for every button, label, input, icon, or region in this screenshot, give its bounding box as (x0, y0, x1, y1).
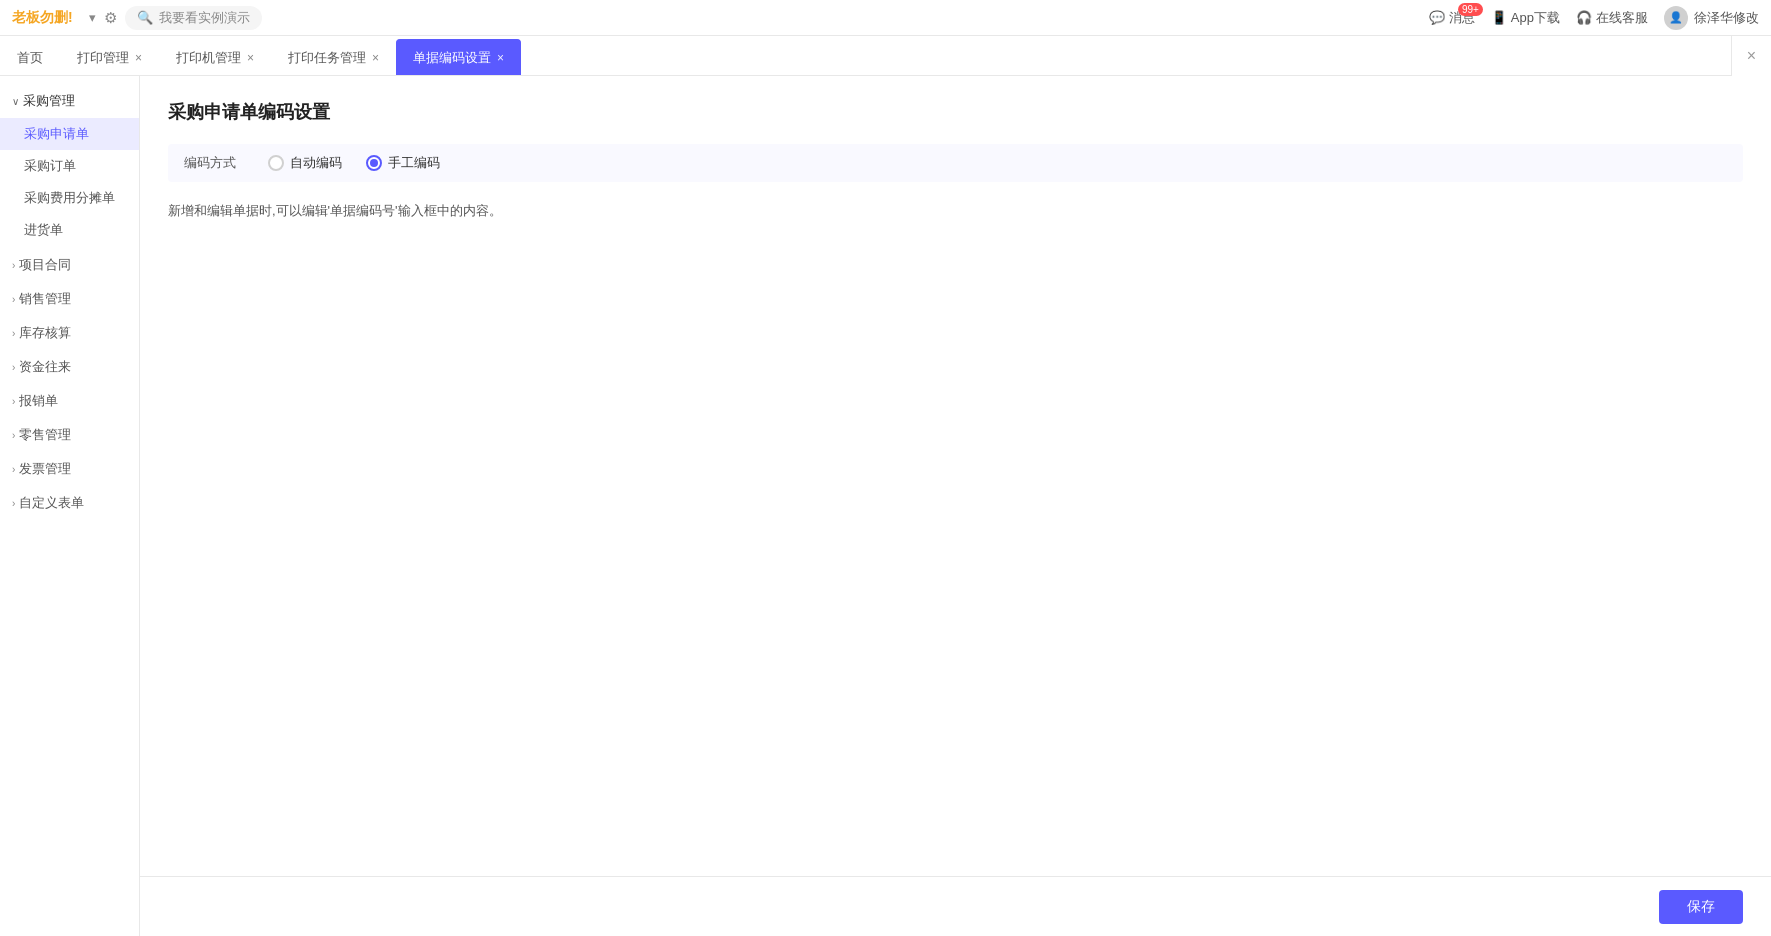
sidebar-item-inventory[interactable]: › 库存核算 (0, 316, 139, 350)
top-bar-left: 老板勿删! ▾ ⚙ 🔍 我要看实例演示 (12, 6, 262, 30)
save-button[interactable]: 保存 (1659, 890, 1743, 924)
tab-print-task-mgmt-label: 打印任务管理 (288, 49, 366, 67)
sidebar-item-purchase-order[interactable]: 采购订单 (0, 150, 139, 182)
sidebar-item-custom-form[interactable]: › 自定义表单 (0, 486, 139, 520)
sidebar-item-capital-label: 资金往来 (19, 358, 71, 376)
tab-print-task-mgmt-close[interactable]: × (372, 51, 379, 65)
sidebar-item-retail-mgmt-label: 零售管理 (19, 426, 71, 444)
tab-barcode-setting-label: 单据编码设置 (413, 49, 491, 67)
content-area: 采购申请单编码设置 编码方式 自动编码 手工编码 新增和编辑单据时,可以编辑'单… (140, 76, 1771, 936)
chevron-right-icon: › (12, 362, 15, 373)
search-placeholder: 我要看实例演示 (159, 9, 250, 27)
global-close-btn[interactable]: × (1731, 36, 1771, 76)
tab-print-mgmt-label: 打印管理 (77, 49, 129, 67)
user-info[interactable]: 👤 徐泽华修改 (1664, 6, 1759, 30)
headset-icon: 🎧 (1576, 10, 1592, 25)
sidebar-item-purchase-expense[interactable]: 采购费用分摊单 (0, 182, 139, 214)
encoding-label: 编码方式 (184, 154, 244, 172)
sidebar-item-capital[interactable]: › 资金往来 (0, 350, 139, 384)
tab-print-mgmt[interactable]: 打印管理 × (60, 39, 159, 75)
app-download-label: App下载 (1511, 9, 1560, 27)
sidebar-item-purchase-request[interactable]: 采购申请单 (0, 118, 139, 150)
sidebar-item-custom-form-label: 自定义表单 (19, 494, 84, 512)
message-badge: 99+ (1458, 3, 1483, 16)
encoding-row: 编码方式 自动编码 手工编码 (168, 144, 1743, 182)
tab-print-task-mgmt[interactable]: 打印任务管理 × (271, 39, 396, 75)
sidebar-item-purchase-expense-label: 采购费用分摊单 (24, 190, 115, 205)
main-layout: ∨ 采购管理 采购申请单 采购订单 采购费用分摊单 进货单 › 项目合同 › (0, 76, 1771, 936)
settings-icon[interactable]: ⚙ (104, 9, 117, 27)
auto-encoding-option[interactable]: 自动编码 (268, 154, 342, 172)
sidebar-item-retail-mgmt[interactable]: › 零售管理 (0, 418, 139, 452)
app-download-btn[interactable]: 📱 App下载 (1491, 9, 1560, 27)
manual-encoding-radio[interactable] (366, 155, 382, 171)
chevron-right-icon: › (12, 430, 15, 441)
sidebar-item-inventory-label: 库存核算 (19, 324, 71, 342)
user-name: 徐泽华修改 (1694, 9, 1759, 27)
sidebar-item-invoice-mgmt-label: 发票管理 (19, 460, 71, 478)
chevron-right-icon: › (12, 328, 15, 339)
content-footer: 保存 (140, 876, 1771, 936)
chevron-right-icon: › (12, 260, 15, 271)
download-icon: 📱 (1491, 10, 1507, 25)
online-service-label: 在线客服 (1596, 9, 1648, 27)
auto-encoding-radio[interactable] (268, 155, 284, 171)
online-service-btn[interactable]: 🎧 在线客服 (1576, 9, 1648, 27)
top-bar: 老板勿删! ▾ ⚙ 🔍 我要看实例演示 💬 消息 99+ 📱 App下载 🎧 在… (0, 0, 1771, 36)
app-logo: 老板勿删! (12, 9, 73, 27)
tab-printer-mgmt-label: 打印机管理 (176, 49, 241, 67)
content-inner: 采购申请单编码设置 编码方式 自动编码 手工编码 新增和编辑单据时,可以编辑'单… (140, 76, 1771, 876)
chevron-right-icon: › (12, 396, 15, 407)
sidebar-item-project-contract[interactable]: › 项目合同 (0, 248, 139, 282)
sidebar-item-invoice-mgmt[interactable]: › 发票管理 (0, 452, 139, 486)
sidebar-item-sales-mgmt[interactable]: › 销售管理 (0, 282, 139, 316)
sidebar-item-inbound-label: 进货单 (24, 222, 63, 237)
sidebar: ∨ 采购管理 采购申请单 采购订单 采购费用分摊单 进货单 › 项目合同 › (0, 76, 140, 936)
top-bar-right: 💬 消息 99+ 📱 App下载 🎧 在线客服 👤 徐泽华修改 (1429, 6, 1759, 30)
message-btn[interactable]: 💬 消息 99+ (1429, 9, 1475, 27)
tab-home[interactable]: 首页 (0, 39, 60, 75)
sidebar-item-returns-label: 报销单 (19, 392, 58, 410)
sidebar-group-purchase-mgmt-label: 采购管理 (23, 92, 75, 110)
chevron-down-icon: ∨ (12, 96, 19, 107)
page-title: 采购申请单编码设置 (168, 100, 1743, 124)
tab-printer-mgmt-close[interactable]: × (247, 51, 254, 65)
sidebar-item-purchase-request-label: 采购申请单 (24, 126, 89, 141)
tab-bar: 首页 打印管理 × 打印机管理 × 打印任务管理 × 单据编码设置 × × (0, 36, 1771, 76)
sidebar-item-purchase-order-label: 采购订单 (24, 158, 76, 173)
sidebar-group-purchase-mgmt-title[interactable]: ∨ 采购管理 (0, 84, 139, 118)
tab-barcode-setting[interactable]: 单据编码设置 × (396, 39, 521, 75)
description-text: 新增和编辑单据时,可以编辑'单据编码号'输入框中的内容。 (168, 202, 1743, 220)
tab-print-mgmt-close[interactable]: × (135, 51, 142, 65)
close-icon: × (1747, 47, 1756, 65)
tab-printer-mgmt[interactable]: 打印机管理 × (159, 39, 271, 75)
manual-encoding-option[interactable]: 手工编码 (366, 154, 440, 172)
search-bar[interactable]: 🔍 我要看实例演示 (125, 6, 262, 30)
chevron-right-icon: › (12, 464, 15, 475)
avatar: 👤 (1664, 6, 1688, 30)
dropdown-icon[interactable]: ▾ (89, 10, 96, 25)
sidebar-item-sales-mgmt-label: 销售管理 (19, 290, 71, 308)
auto-encoding-label: 自动编码 (290, 154, 342, 172)
manual-encoding-label: 手工编码 (388, 154, 440, 172)
sidebar-item-inbound[interactable]: 进货单 (0, 214, 139, 246)
sidebar-item-project-contract-label: 项目合同 (19, 256, 71, 274)
chevron-right-icon: › (12, 498, 15, 509)
search-icon: 🔍 (137, 10, 153, 25)
message-icon: 💬 (1429, 10, 1445, 25)
chevron-right-icon: › (12, 294, 15, 305)
sidebar-group-purchase-mgmt: ∨ 采购管理 采购申请单 采购订单 采购费用分摊单 进货单 (0, 84, 139, 246)
sidebar-item-returns[interactable]: › 报销单 (0, 384, 139, 418)
tab-barcode-setting-close[interactable]: × (497, 51, 504, 65)
tab-home-label: 首页 (17, 49, 43, 67)
